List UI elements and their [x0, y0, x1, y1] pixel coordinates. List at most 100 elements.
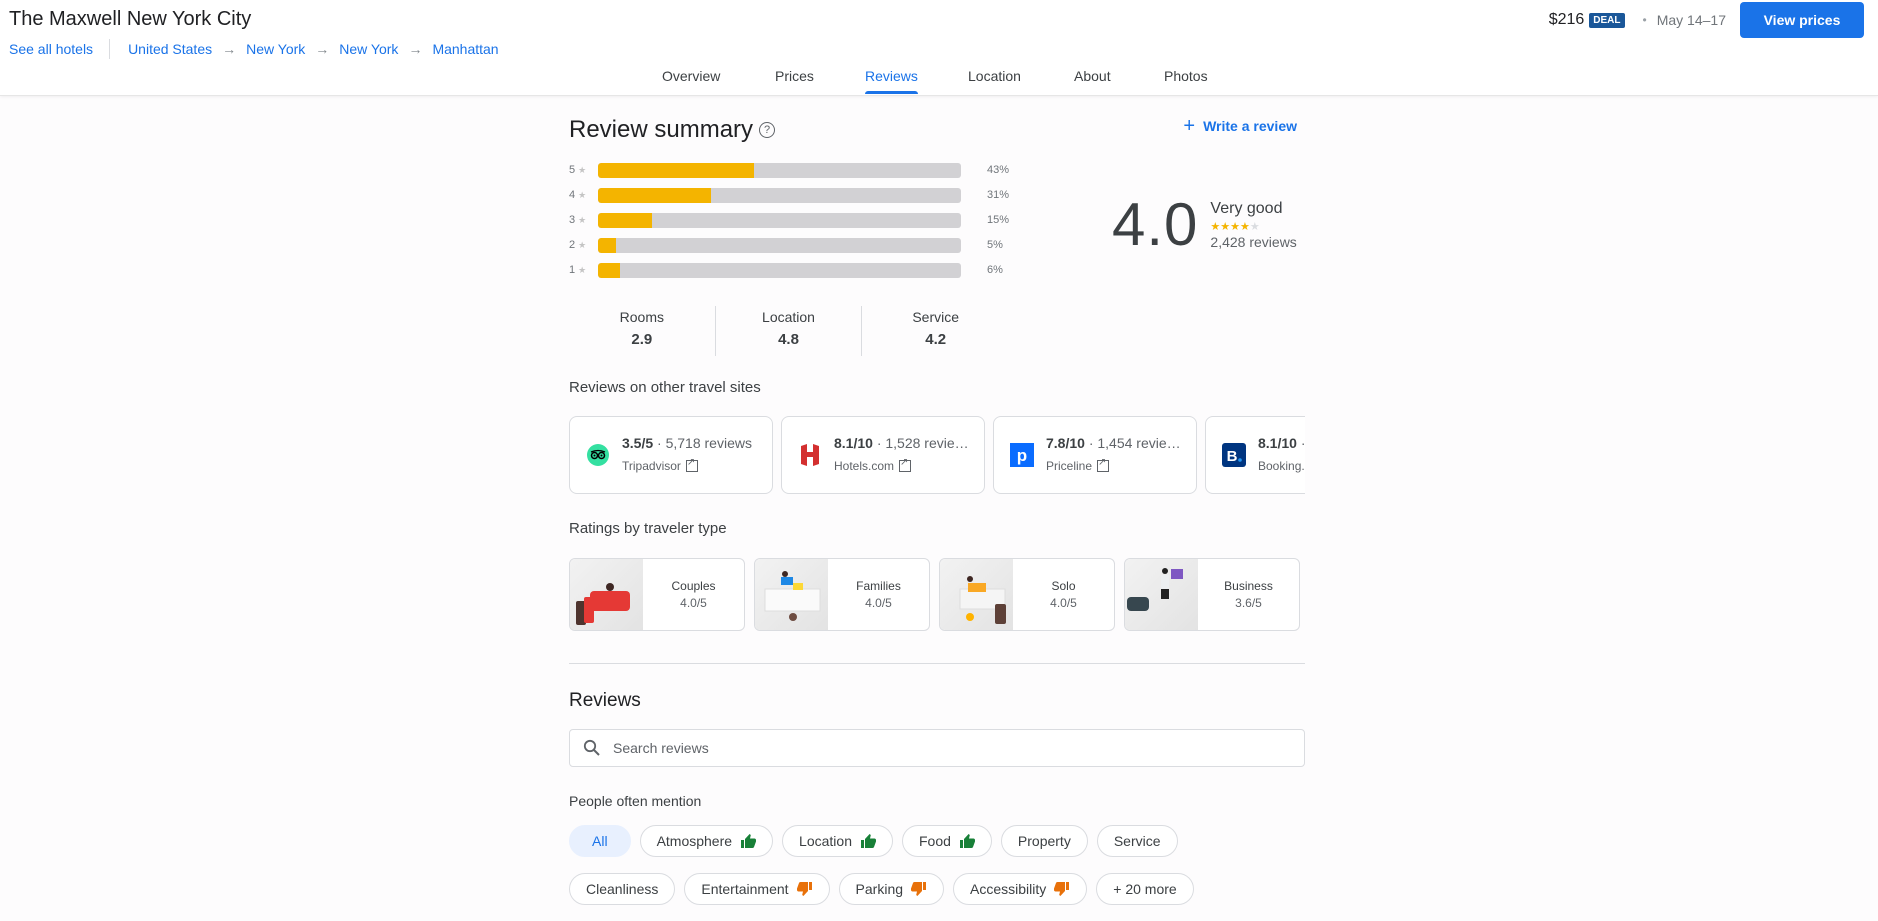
traveler-card-families[interactable]: Families4.0/5: [754, 558, 930, 631]
couples-illustration: [570, 559, 643, 630]
rating-bar-row[interactable]: 2★ 5%: [569, 237, 1029, 253]
category-score: 2.9: [569, 331, 715, 348]
rating-percent: 6%: [987, 264, 1003, 276]
thumbs-down-icon: [797, 881, 813, 897]
site-name: Priceline: [1046, 459, 1092, 473]
other-sites-carousel: 3.5/5 · 5,718 reviews Tripadvisor 8.1/10…: [569, 416, 1305, 496]
topic-chip-property[interactable]: Property: [1001, 825, 1088, 857]
section-tabs: Overview Prices Reviews Location About P…: [0, 64, 1878, 96]
tab-about[interactable]: About: [1074, 68, 1111, 84]
star-icon: ★: [578, 265, 586, 276]
topic-chips: All Atmosphere Location Food Property Service…: [569, 825, 1305, 921]
topic-chip-20-more[interactable]: + 20 more: [1096, 873, 1193, 905]
traveler-type-name: Solo: [1013, 579, 1114, 593]
breadcrumb-united-states[interactable]: United States: [128, 41, 212, 57]
traveler-type-rating: 4.0/5: [643, 596, 744, 610]
view-prices-button[interactable]: View prices: [1740, 2, 1864, 38]
external-link-icon: [899, 460, 911, 472]
traveler-card-business[interactable]: Business3.6/5: [1124, 558, 1300, 631]
star-level-label: 2★: [569, 239, 598, 251]
topic-chip-parking[interactable]: Parking: [839, 873, 944, 905]
tab-photos[interactable]: Photos: [1164, 68, 1208, 84]
chip-label: Accessibility: [970, 881, 1046, 897]
tab-reviews[interactable]: Reviews: [865, 68, 918, 84]
thumbs-down-icon: [911, 881, 927, 897]
traveler-card-solo[interactable]: Solo4.0/5: [939, 558, 1115, 631]
site-name: Tripadvisor: [622, 459, 681, 473]
star-level-label: 1★: [569, 264, 598, 276]
rating-bar-fill: [598, 188, 711, 203]
rating-bar-track: [598, 213, 961, 228]
topic-chip-entertainment[interactable]: Entertainment: [684, 873, 829, 905]
site-card-hotels-com[interactable]: 8.1/10 · 1,528 revie… Hotels.com: [781, 416, 985, 494]
traveler-type-name: Business: [1198, 579, 1299, 593]
rating-bar-row[interactable]: 3★ 15%: [569, 212, 1029, 228]
write-review-label: Write a review: [1203, 118, 1297, 134]
rating-bar-row[interactable]: 1★ 6%: [569, 262, 1029, 278]
star-level-label: 5★: [569, 164, 598, 176]
deal-badge: DEAL: [1589, 13, 1624, 28]
families-illustration: [755, 559, 828, 630]
star-level: 2: [569, 239, 575, 251]
arrow-right-icon: →: [408, 41, 422, 57]
tab-location[interactable]: Location: [968, 68, 1021, 84]
site-review-count: · 1,454 revie…: [1085, 435, 1181, 451]
breadcrumb-new-york-state[interactable]: New York: [246, 41, 305, 57]
hotels-com-icon: [798, 443, 822, 467]
rating-bar-fill: [598, 238, 616, 253]
site-score: 8.1/10: [1258, 435, 1297, 451]
star-filled-icon: ★: [1240, 221, 1250, 233]
topic-chip-cleanliness[interactable]: Cleanliness: [569, 873, 675, 905]
svg-text:B: B: [1227, 448, 1238, 465]
site-score: 3.5/5: [622, 435, 653, 451]
star-empty-icon: ★: [1250, 221, 1260, 233]
site-card-booking[interactable]: B 8.1/10 · Booking.: [1205, 416, 1305, 494]
category-score: 4.2: [862, 331, 1009, 348]
price-summary: $216 DEAL • May 14–17 View prices: [1549, 2, 1878, 38]
rating-bar-row[interactable]: 4★ 31%: [569, 187, 1029, 203]
see-all-hotels-link[interactable]: See all hotels: [9, 41, 93, 57]
tab-prices[interactable]: Prices: [775, 68, 814, 84]
chip-label: Parking: [856, 881, 903, 897]
traveler-card-couples[interactable]: Couples4.0/5: [569, 558, 745, 631]
business-illustration: [1125, 559, 1198, 630]
svg-text:p: p: [1017, 446, 1027, 465]
traveler-type-rating: 4.0/5: [828, 596, 929, 610]
topic-chip-location[interactable]: Location: [782, 825, 893, 857]
category-service: Service 4.2: [862, 306, 1009, 356]
review-summary-heading: Review summary ?: [569, 116, 775, 144]
site-card-priceline[interactable]: p 7.8/10 · 1,454 revie… Priceline: [993, 416, 1197, 494]
topic-chip-service[interactable]: Service: [1097, 825, 1178, 857]
tab-overview[interactable]: Overview: [662, 68, 720, 84]
topic-chip-all[interactable]: All: [569, 825, 631, 857]
star-filled-icon: ★: [1210, 221, 1220, 233]
category-name: Rooms: [569, 309, 715, 325]
hotel-title: The Maxwell New York City: [9, 8, 251, 31]
rating-bar-fill: [598, 263, 620, 278]
thumbs-up-icon: [860, 833, 876, 849]
chip-label: + 20 more: [1113, 881, 1176, 897]
thumbs-up-icon: [740, 833, 756, 849]
search-icon: [583, 739, 601, 757]
write-review-button[interactable]: + Write a review: [1183, 118, 1297, 134]
topic-chip-food[interactable]: Food: [902, 825, 992, 857]
site-card-tripadvisor[interactable]: 3.5/5 · 5,718 reviews Tripadvisor: [569, 416, 773, 494]
review-search-box[interactable]: [569, 729, 1305, 767]
breadcrumb-manhattan[interactable]: Manhattan: [432, 41, 498, 57]
stay-dates[interactable]: May 14–17: [1657, 12, 1726, 28]
star-level: 5: [569, 164, 575, 176]
search-reviews-input[interactable]: [613, 740, 1273, 756]
review-count: 2,428 reviews: [1210, 234, 1296, 250]
rating-percent: 31%: [987, 189, 1009, 201]
breadcrumb: See all hotels United States → New York …: [9, 39, 499, 59]
review-summary-title: Review summary: [569, 116, 753, 144]
site-name: Booking.: [1258, 459, 1305, 473]
chip-label: All: [592, 833, 608, 849]
overall-label: Very good: [1210, 200, 1296, 218]
topic-chip-accessibility[interactable]: Accessibility: [953, 873, 1087, 905]
rating-bar-row[interactable]: 5★ 43%: [569, 162, 1029, 178]
chip-label: Atmosphere: [657, 833, 732, 849]
breadcrumb-new-york-city[interactable]: New York: [339, 41, 398, 57]
topic-chip-atmosphere[interactable]: Atmosphere: [640, 825, 773, 857]
help-icon[interactable]: ?: [759, 122, 775, 138]
